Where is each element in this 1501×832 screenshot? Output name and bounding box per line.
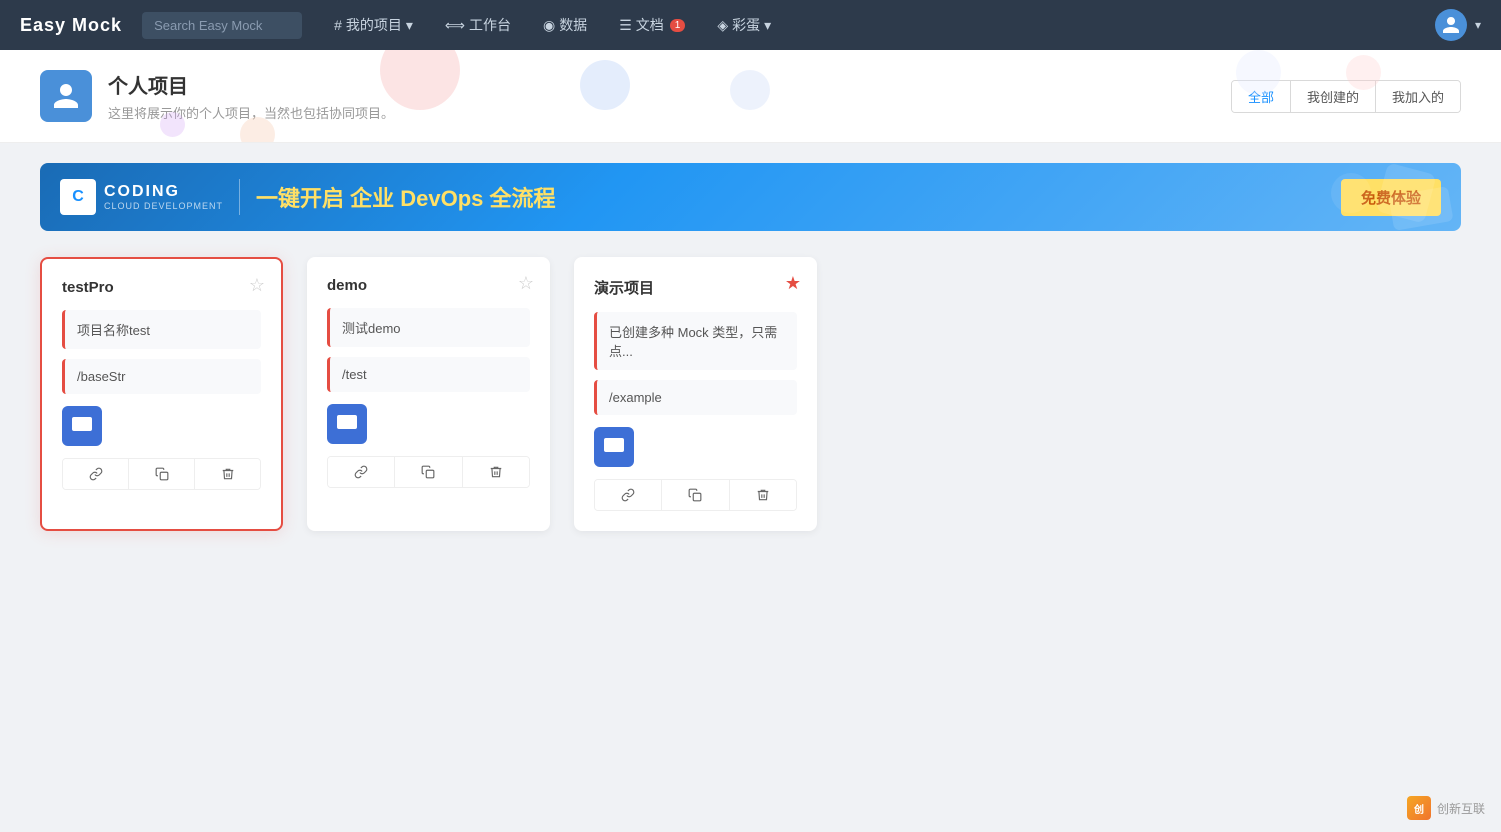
navbar-right: ▾ (1435, 9, 1481, 41)
banner-slogan: 一键开启 企业 DevOps 全流程 (256, 181, 1325, 213)
star-icon-demo[interactable]: ☆ (518, 273, 534, 294)
mock-icon-demo (327, 404, 367, 444)
card-title-demo: demo (327, 277, 530, 294)
banner-deco-shape-2 (1331, 173, 1371, 213)
banner-brand-text: CODING CLOUD DEVELOPMENT (104, 183, 223, 211)
project-card-demo-project[interactable]: ★演示项目已创建多种 Mock 类型，只需点... /example (574, 257, 817, 531)
action-btn-demo-project-link[interactable] (595, 480, 662, 510)
nav-icon-my-projects: # (334, 17, 342, 33)
card-item-demo-1: /test (327, 357, 530, 392)
header-icon (40, 70, 92, 122)
watermark-logo-icon: 创 (1407, 796, 1431, 820)
navbar: Easy Mock # 我的项目 ▾⟺ 工作台◉ 数据☰ 文档1◈ 彩蛋 ▾ ▾ (0, 0, 1501, 50)
filter-btn-joined[interactable]: 我加入的 (1376, 81, 1460, 112)
card-item-testPro-0: 项目名称test (62, 310, 261, 349)
card-title-testPro: testPro (62, 279, 261, 296)
project-card-testPro[interactable]: ☆testPro 项目名称test/baseStr (40, 257, 283, 531)
action-btn-testPro-link[interactable] (63, 459, 129, 489)
action-btn-demo-project-copy[interactable] (662, 480, 729, 510)
project-card-demo[interactable]: ☆demo 测试demo/test (307, 257, 550, 531)
banner-container: C CODING CLOUD DEVELOPMENT 一键开启 企业 DevOp… (0, 143, 1501, 241)
nav-arrow-my-projects: ▾ (406, 17, 413, 34)
coding-logo: C (60, 179, 96, 215)
card-item-demo-project-0: 已创建多种 Mock 类型，只需点... (594, 312, 797, 370)
action-btn-demo-copy[interactable] (395, 457, 462, 487)
deco-circle-3 (730, 70, 770, 110)
card-actions-demo (327, 456, 530, 488)
nav-item-colorful[interactable]: ◈ 彩蛋 ▾ (705, 9, 783, 41)
footer-watermark: 创 创新互联 (1407, 796, 1485, 820)
nav-icon-data: ◉ (543, 17, 555, 34)
page-header: 个人项目 这里将展示你的个人项目，当然也包括协同项目。 全部我创建的我加入的 (0, 50, 1501, 143)
mock-icon-testPro (62, 406, 102, 446)
nav-badge-docs: 1 (670, 19, 686, 32)
page-title: 个人项目 (108, 70, 394, 99)
action-btn-demo-delete[interactable] (463, 457, 529, 487)
nav-item-workbench[interactable]: ⟺ 工作台 (433, 9, 523, 41)
banner-slogan-prefix: 一键开启 企业 (256, 186, 400, 211)
card-actions-testPro (62, 458, 261, 490)
card-icon-row-demo-project (594, 427, 797, 467)
header-left: 个人项目 这里将展示你的个人项目，当然也包括协同项目。 (40, 70, 394, 122)
banner-brand: CODING (104, 183, 223, 201)
nav-icon-docs: ☰ (619, 17, 632, 34)
deco-circle-2 (580, 60, 630, 110)
banner: C CODING CLOUD DEVELOPMENT 一键开启 企业 DevOp… (40, 163, 1461, 231)
navbar-logo: Easy Mock (20, 15, 122, 36)
deco-circle-6 (1236, 50, 1281, 95)
card-title-demo-project: 演示项目 (594, 277, 797, 298)
action-btn-demo-project-delete[interactable] (730, 480, 796, 510)
banner-deco (1241, 163, 1461, 231)
card-icon-row-testPro (62, 406, 261, 446)
star-icon-demo-project[interactable]: ★ (785, 273, 801, 294)
card-icon-row-demo (327, 404, 530, 444)
watermark-text: 创新互联 (1437, 800, 1485, 817)
star-icon-testPro[interactable]: ☆ (249, 275, 265, 296)
navbar-nav: # 我的项目 ▾⟺ 工作台◉ 数据☰ 文档1◈ 彩蛋 ▾ (322, 9, 1415, 41)
card-item-testPro-1: /baseStr (62, 359, 261, 394)
card-item-demo-0: 测试demo (327, 308, 530, 347)
nav-arrow-colorful: ▾ (764, 17, 771, 34)
card-actions-demo-project (594, 479, 797, 511)
avatar[interactable] (1435, 9, 1467, 41)
action-btn-demo-link[interactable] (328, 457, 395, 487)
nav-icon-colorful: ◈ (717, 17, 728, 34)
card-item-demo-project-1: /example (594, 380, 797, 415)
nav-item-docs[interactable]: ☰ 文档1 (607, 9, 697, 41)
banner-slogan-highlight: DevOps (400, 186, 483, 211)
action-btn-testPro-copy[interactable] (129, 459, 195, 489)
banner-logo-area: C CODING CLOUD DEVELOPMENT (60, 179, 240, 215)
nav-icon-workbench: ⟺ (445, 17, 465, 34)
deco-circle-5 (160, 112, 185, 137)
action-btn-testPro-delete[interactable] (195, 459, 260, 489)
banner-slogan-suffix: 全流程 (483, 186, 555, 211)
mock-icon-demo-project (594, 427, 634, 467)
banner-brand-sub: CLOUD DEVELOPMENT (104, 201, 223, 211)
search-input[interactable] (142, 12, 302, 39)
projects-grid: ☆testPro项目名称test/baseStr☆demo测试demo/test… (0, 241, 1501, 547)
avatar-dropdown-arrow[interactable]: ▾ (1475, 18, 1481, 32)
nav-item-my-projects[interactable]: # 我的项目 ▾ (322, 9, 425, 41)
nav-item-data[interactable]: ◉ 数据 (531, 9, 599, 41)
header-text: 个人项目 这里将展示你的个人项目，当然也包括协同项目。 (108, 70, 394, 122)
deco-circle-7 (1346, 55, 1381, 90)
